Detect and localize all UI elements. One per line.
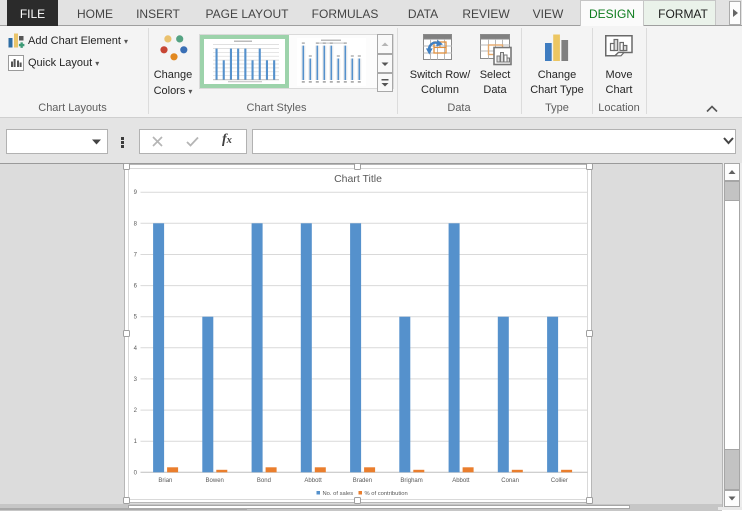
svg-text:Abbott: Abbott	[304, 478, 322, 484]
svg-text:% of contribution: % of contribution	[365, 491, 408, 497]
svg-text:1: 1	[134, 439, 138, 445]
svg-text:6: 6	[134, 284, 138, 290]
svg-text:No. of sales: No. of sales	[323, 491, 354, 497]
svg-text:7: 7	[134, 253, 138, 259]
svg-text:Conan: Conan	[501, 478, 519, 484]
svg-text:2: 2	[134, 408, 138, 414]
svg-text:5: 5	[134, 315, 138, 321]
svg-text:Braden: Braden	[353, 478, 372, 484]
svg-text:Chart Title: Chart Title	[334, 173, 382, 185]
svg-text:9: 9	[134, 190, 138, 196]
svg-text:Bond: Bond	[257, 478, 271, 484]
svg-text:8: 8	[134, 221, 138, 227]
svg-text:3: 3	[134, 377, 138, 383]
svg-text:0: 0	[134, 470, 138, 476]
svg-text:Brigham: Brigham	[400, 478, 422, 484]
svg-text:Bowen: Bowen	[206, 478, 224, 484]
svg-text:4: 4	[134, 346, 138, 352]
svg-text:Brian: Brian	[158, 478, 172, 484]
svg-text:Collier: Collier	[551, 478, 568, 484]
svg-text:Abbott: Abbott	[452, 478, 470, 484]
